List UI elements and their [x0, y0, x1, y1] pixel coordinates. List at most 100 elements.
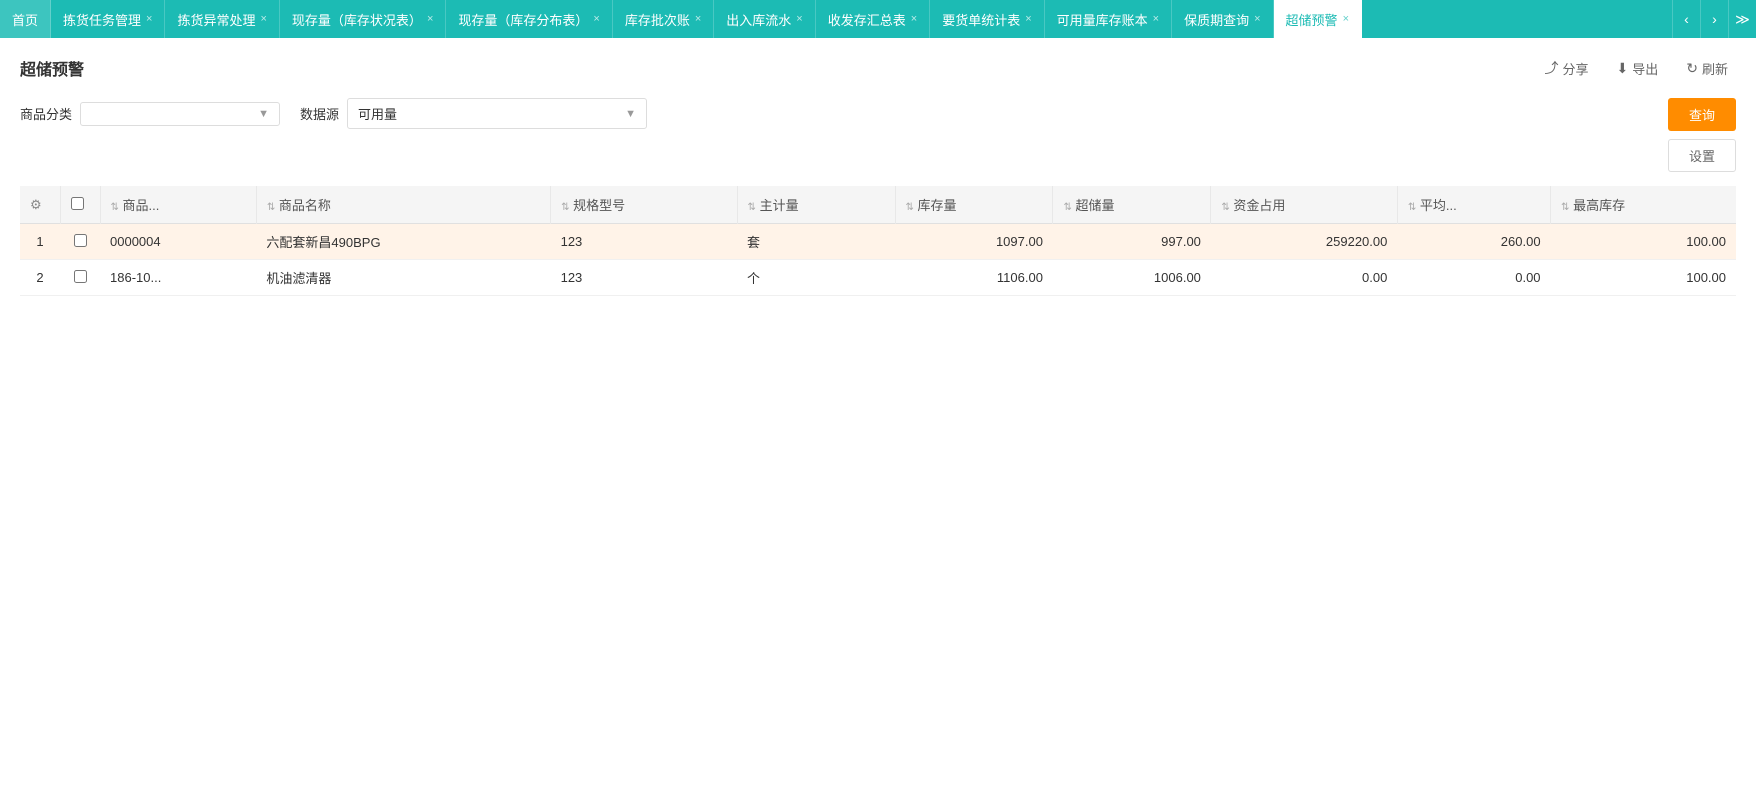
- page-title: 超储预警: [20, 56, 84, 80]
- data-table: ⚙ ⇅ 商品... ⇅ 商品名称 ⇅ 规格型号 ⇅: [20, 186, 1736, 296]
- sort-icon: ⇅: [1063, 202, 1071, 213]
- cell-capital: 0.00: [1211, 260, 1397, 296]
- cell-max-stock: 100.00: [1551, 224, 1736, 260]
- share-button[interactable]: ⤴ 分享: [1536, 54, 1596, 82]
- nav-next-button[interactable]: ›: [1700, 0, 1728, 38]
- close-icon[interactable]: ×: [1153, 13, 1159, 25]
- col-header-avg[interactable]: ⇅ 平均...: [1397, 186, 1550, 224]
- cell-code: 0000004: [100, 224, 256, 260]
- action-buttons: 查询 设置: [1668, 98, 1736, 172]
- close-icon[interactable]: ×: [911, 13, 917, 25]
- cell-stock: 1106.00: [895, 260, 1053, 296]
- col-header-code[interactable]: ⇅ 商品...: [100, 186, 256, 224]
- col-header-name[interactable]: ⇅ 商品名称: [256, 186, 550, 224]
- row-number: 1: [20, 224, 60, 260]
- close-icon[interactable]: ×: [796, 13, 802, 25]
- settings-button[interactable]: 设置: [1668, 139, 1736, 172]
- nav-item-task[interactable]: 拣货任务管理 ×: [51, 0, 165, 38]
- cell-capital: 259220.00: [1211, 224, 1397, 260]
- row-checkbox-cell[interactable]: [60, 260, 100, 296]
- close-icon[interactable]: ×: [427, 13, 433, 25]
- close-icon[interactable]: ×: [695, 13, 701, 25]
- select-all-checkbox[interactable]: [71, 197, 84, 210]
- datasource-value: 可用量: [358, 104, 397, 123]
- nav-item-stock-dist[interactable]: 现存量（库存分布表） ×: [446, 0, 612, 38]
- close-icon[interactable]: ×: [1343, 13, 1349, 25]
- page-actions: ⤴ 分享 ⬇ 导出 ↻ 刷新: [1536, 54, 1736, 82]
- category-filter-group: 商品分类 ▼: [20, 102, 280, 126]
- cell-stock: 1097.00: [895, 224, 1053, 260]
- share-icon: ⤴: [1544, 58, 1558, 78]
- table-header-row: ⚙ ⇅ 商品... ⇅ 商品名称 ⇅ 规格型号 ⇅: [20, 186, 1736, 224]
- page-header: 超储预警 ⤴ 分享 ⬇ 导出 ↻ 刷新: [20, 54, 1736, 82]
- category-label: 商品分类: [20, 104, 72, 123]
- datasource-filter-group: 数据源 可用量 ▼: [300, 98, 647, 129]
- close-icon[interactable]: ×: [1025, 13, 1031, 25]
- checkbox-header[interactable]: [60, 186, 100, 224]
- sort-icon: ⇅: [111, 202, 119, 213]
- nav-expand-button[interactable]: ≫: [1728, 0, 1756, 38]
- row-checkbox[interactable]: [74, 234, 87, 247]
- cell-overstock: 1006.00: [1053, 260, 1211, 296]
- nav-item-home[interactable]: 首页: [0, 0, 51, 38]
- refresh-button[interactable]: ↻ 刷新: [1678, 55, 1736, 82]
- cell-avg: 260.00: [1397, 224, 1550, 260]
- cell-code: 186-10...: [100, 260, 256, 296]
- main-content: 超储预警 ⤴ 分享 ⬇ 导出 ↻ 刷新 商品分类 ▼: [0, 38, 1756, 800]
- nav-item-abnormal[interactable]: 拣货异常处理 ×: [165, 0, 279, 38]
- category-select[interactable]: ▼: [80, 102, 280, 126]
- col-header-capital[interactable]: ⇅ 资金占用: [1211, 186, 1397, 224]
- nav-item-stock-status[interactable]: 现存量（库存状况表） ×: [280, 0, 446, 38]
- export-button[interactable]: ⬇ 导出: [1609, 55, 1667, 82]
- filter-row: 商品分类 ▼ 数据源 可用量 ▼: [20, 98, 1648, 129]
- cell-spec: 123: [551, 224, 737, 260]
- sort-icon: ⇅: [1561, 202, 1569, 213]
- col-header-stock[interactable]: ⇅ 库存量: [895, 186, 1053, 224]
- gear-icon: ⚙: [30, 197, 42, 212]
- nav-prev-button[interactable]: ‹: [1672, 0, 1700, 38]
- sort-icon: ⇅: [1408, 202, 1416, 213]
- settings-gear-header[interactable]: ⚙: [20, 186, 60, 224]
- cell-avg: 0.00: [1397, 260, 1550, 296]
- query-button[interactable]: 查询: [1668, 98, 1736, 131]
- nav-item-batch[interactable]: 库存批次账 ×: [613, 0, 714, 38]
- nav-item-overstock[interactable]: 超储预警 ×: [1274, 0, 1362, 38]
- nav-item-shelf-life[interactable]: 保质期查询 ×: [1172, 0, 1273, 38]
- cell-unit: 个: [737, 260, 895, 296]
- table-row: 1 0000004 六配套新昌490BPG 123 套 1097.00 997.…: [20, 224, 1736, 260]
- cell-overstock: 997.00: [1053, 224, 1211, 260]
- sort-icon: ⇅: [561, 202, 569, 213]
- cell-max-stock: 100.00: [1551, 260, 1736, 296]
- refresh-icon: ↻: [1686, 60, 1698, 77]
- table-row: 2 186-10... 机油滤清器 123 个 1106.00 1006.00 …: [20, 260, 1736, 296]
- top-navigation: 首页 拣货任务管理 × 拣货异常处理 × 现存量（库存状况表） × 现存量（库存…: [0, 0, 1756, 38]
- sort-icon: ⇅: [1221, 202, 1229, 213]
- close-icon[interactable]: ×: [593, 13, 599, 25]
- cell-name: 六配套新昌490BPG: [256, 224, 550, 260]
- nav-item-inout[interactable]: 出入库流水 ×: [714, 0, 815, 38]
- row-checkbox-cell[interactable]: [60, 224, 100, 260]
- cell-unit: 套: [737, 224, 895, 260]
- col-header-max-stock[interactable]: ⇅ 最高库存: [1551, 186, 1736, 224]
- export-icon: ⬇: [1617, 60, 1629, 77]
- close-icon[interactable]: ×: [260, 13, 266, 25]
- nav-item-summary[interactable]: 收发存汇总表 ×: [816, 0, 930, 38]
- col-header-unit[interactable]: ⇅ 主计量: [737, 186, 895, 224]
- sort-icon: ⇅: [748, 202, 756, 213]
- close-icon[interactable]: ×: [1254, 13, 1260, 25]
- sort-icon: ⇅: [267, 202, 275, 213]
- col-header-spec[interactable]: ⇅ 规格型号: [551, 186, 737, 224]
- cell-name: 机油滤清器: [256, 260, 550, 296]
- nav-item-available[interactable]: 可用量库存账本 ×: [1045, 0, 1172, 38]
- col-header-overstock[interactable]: ⇅ 超储量: [1053, 186, 1211, 224]
- cell-spec: 123: [551, 260, 737, 296]
- nav-item-order-stat[interactable]: 要货单统计表 ×: [930, 0, 1044, 38]
- row-checkbox[interactable]: [74, 270, 87, 283]
- nav-arrows: ‹ › ≫: [1672, 0, 1756, 38]
- chevron-down-icon: ▼: [625, 108, 636, 120]
- datasource-label: 数据源: [300, 104, 339, 123]
- sort-icon: ⇅: [906, 202, 914, 213]
- datasource-select[interactable]: 可用量 ▼: [347, 98, 647, 129]
- close-icon[interactable]: ×: [146, 13, 152, 25]
- chevron-down-icon: ▼: [258, 108, 269, 120]
